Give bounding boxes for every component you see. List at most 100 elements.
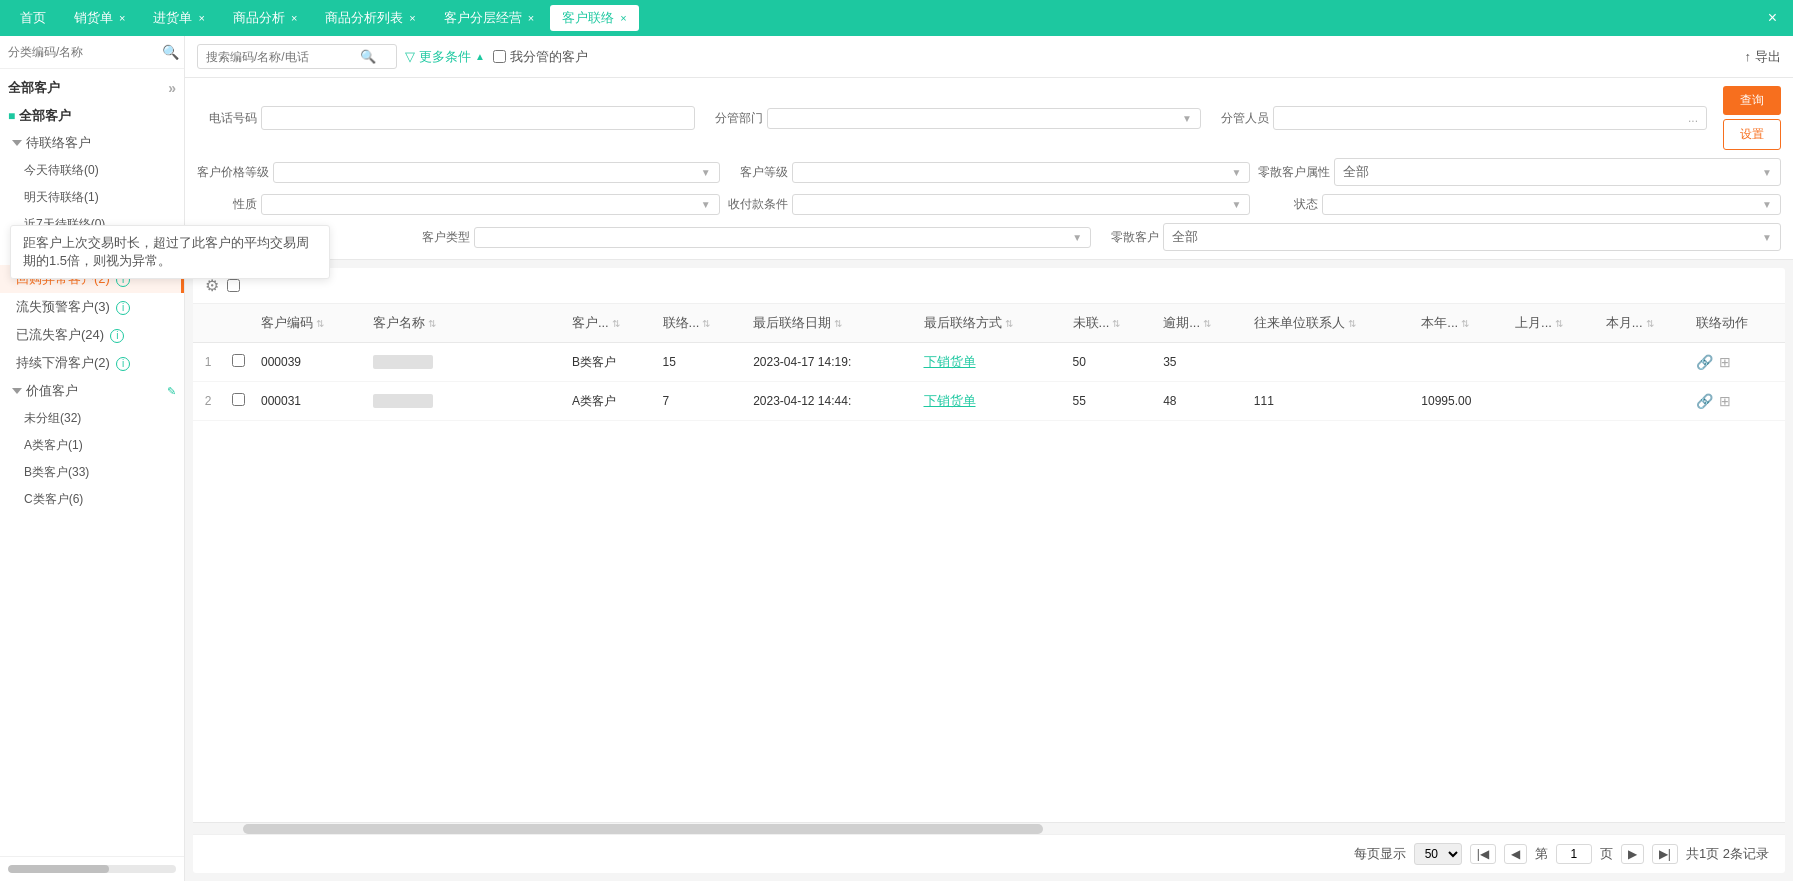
- col-overdue-label: 逾期...: [1163, 314, 1200, 332]
- nav-analysis[interactable]: 商品分析 ×: [221, 5, 309, 31]
- customer-type-caret: ▼: [1072, 232, 1082, 243]
- ungrouped[interactable]: 未分组(32): [0, 405, 184, 432]
- col-last-date-sort[interactable]: ⇅: [834, 318, 842, 329]
- class-b[interactable]: B类客户(33): [0, 459, 184, 486]
- first-page-btn[interactable]: |◀: [1470, 844, 1496, 864]
- row-1-num: 1: [193, 343, 223, 382]
- churned-info-icon[interactable]: i: [110, 329, 124, 343]
- row-2-method-link[interactable]: 下销货单: [924, 393, 976, 408]
- query-button[interactable]: 查询: [1723, 86, 1781, 115]
- col-this-month-sort[interactable]: ⇅: [1646, 318, 1654, 329]
- col-no-contact-sort[interactable]: ⇅: [1112, 318, 1120, 329]
- pending-contact-section[interactable]: 待联络客户: [0, 129, 184, 157]
- tomorrow-pending[interactable]: 明天待联络(1): [0, 184, 184, 211]
- sidebar-search-icon[interactable]: 🔍: [162, 44, 179, 60]
- col-this-month-label: 本月...: [1606, 314, 1643, 332]
- declining-customers[interactable]: 持续下滑客户(2) i: [0, 349, 184, 377]
- nav-purchase-close[interactable]: ×: [198, 12, 204, 24]
- status-select[interactable]: ▼: [1322, 194, 1781, 215]
- nav-sales-label: 销货单: [74, 9, 113, 27]
- nav-home[interactable]: 首页: [8, 5, 58, 31]
- nav-purchase[interactable]: 进货单 ×: [141, 5, 216, 31]
- nav-analysis-close[interactable]: ×: [291, 12, 297, 24]
- chevron-up-icon: ▲: [475, 51, 485, 62]
- row-2-check[interactable]: [232, 393, 245, 406]
- col-num: [193, 304, 223, 343]
- nav-customer-contact-close[interactable]: ×: [620, 12, 626, 24]
- all-customers-header: 全部客户 »: [0, 73, 184, 103]
- price-level-select[interactable]: ▼: [273, 162, 720, 183]
- row-1-check[interactable]: [232, 354, 245, 367]
- retail-label-select[interactable]: 全部 ▼: [1163, 223, 1781, 251]
- nav-analysis-list[interactable]: 商品分析列表 ×: [313, 5, 427, 31]
- value-customers-edit[interactable]: ✎: [167, 385, 176, 398]
- nav-customer-seg[interactable]: 客户分层经营 ×: [432, 5, 546, 31]
- prev-page-btn[interactable]: ◀: [1504, 844, 1527, 864]
- phone-input[interactable]: [261, 106, 695, 130]
- col-overdue-sort[interactable]: ⇅: [1203, 318, 1211, 329]
- value-customers-section[interactable]: 价值客户 ✎: [0, 377, 184, 405]
- class-a[interactable]: A类客户(1): [0, 432, 184, 459]
- col-contact: 联络...⇅: [655, 304, 746, 343]
- nav-customer-contact[interactable]: 客户联络 ×: [550, 5, 638, 31]
- filter-bar: 🔍 ▽ 更多条件 ▲ 我分管的客户 ↑ 导出: [185, 36, 1793, 78]
- select-all-checkbox[interactable]: [227, 279, 240, 292]
- class-c[interactable]: C类客户(6): [0, 486, 184, 513]
- row-2-this-year: 10995.00: [1413, 382, 1507, 421]
- col-category-sort[interactable]: ⇅: [612, 318, 620, 329]
- sidebar-search-input[interactable]: [8, 45, 158, 59]
- col-contact-sort[interactable]: ⇅: [702, 318, 710, 329]
- scroll-thumb[interactable]: [243, 824, 1043, 834]
- page-input[interactable]: [1556, 844, 1592, 864]
- gender-select[interactable]: ▼: [261, 194, 720, 215]
- settings-button[interactable]: 设置: [1723, 119, 1781, 150]
- manager-select[interactable]: ...: [1273, 106, 1707, 130]
- search-input[interactable]: [206, 50, 356, 64]
- col-this-year-label: 本年...: [1421, 314, 1458, 332]
- sidebar-collapse-icon[interactable]: »: [168, 80, 176, 96]
- col-last-date: 最后联络日期⇅: [745, 304, 915, 343]
- dept-select[interactable]: ▼: [767, 108, 1201, 129]
- per-page-select[interactable]: 50: [1414, 843, 1462, 865]
- today-pending[interactable]: 今天待联络(0): [0, 157, 184, 184]
- table-scroll[interactable]: 客户编码⇅ 客户名称⇅ 客户...⇅ 联络...⇅: [193, 304, 1785, 822]
- col-category: 客户...⇅: [564, 304, 655, 343]
- churn-warning[interactable]: 流失预警客户(3) i: [0, 293, 184, 321]
- churn-warning-info-icon[interactable]: i: [116, 301, 130, 315]
- row-1-grid-icon[interactable]: ⊞: [1719, 354, 1731, 370]
- row-2-action: 🔗 ⊞: [1688, 382, 1785, 421]
- nav-sales-close[interactable]: ×: [119, 12, 125, 24]
- row-2-grid-icon[interactable]: ⊞: [1719, 393, 1731, 409]
- customer-table: 客户编码⇅ 客户名称⇅ 客户...⇅ 联络...⇅: [193, 304, 1785, 421]
- filter-customer-type: 客户类型 ▼: [410, 227, 1092, 248]
- nav-sales[interactable]: 销货单 ×: [62, 5, 137, 31]
- col-name-sort[interactable]: ⇅: [428, 318, 436, 329]
- customer-level-select[interactable]: ▼: [792, 162, 1251, 183]
- row-1-link-icon[interactable]: 🔗: [1696, 354, 1713, 370]
- my-customers-checkbox[interactable]: [493, 50, 506, 63]
- search-icon[interactable]: 🔍: [360, 49, 376, 64]
- nav-customer-seg-close[interactable]: ×: [528, 12, 534, 24]
- more-conditions-btn[interactable]: ▽ 更多条件 ▲: [405, 48, 485, 66]
- sidebar-tree: 全部客户 » ■ 全部客户 待联络客户 今天待联络(0) 明天待联络(1) 近7…: [0, 69, 184, 856]
- export-btn[interactable]: ↑ 导出: [1745, 48, 1782, 66]
- col-code-sort[interactable]: ⇅: [316, 318, 324, 329]
- horizontal-scrollbar[interactable]: [193, 822, 1785, 834]
- col-last-month-sort[interactable]: ⇅: [1555, 318, 1563, 329]
- close-all-tabs[interactable]: ×: [1760, 5, 1785, 31]
- row-2-last-month: [1507, 382, 1598, 421]
- next-page-btn[interactable]: ▶: [1621, 844, 1644, 864]
- customer-type-select[interactable]: ▼: [474, 227, 1092, 248]
- row-1-method-link[interactable]: 下销货单: [924, 354, 976, 369]
- last-page-btn[interactable]: ▶|: [1652, 844, 1678, 864]
- declining-info-icon[interactable]: i: [116, 357, 130, 371]
- churned-customers[interactable]: 已流失客户(24) i: [0, 321, 184, 349]
- col-this-year-sort[interactable]: ⇅: [1461, 318, 1469, 329]
- nav-analysis-list-close[interactable]: ×: [409, 12, 415, 24]
- col-last-method-sort[interactable]: ⇅: [1005, 318, 1013, 329]
- row-2-link-icon[interactable]: 🔗: [1696, 393, 1713, 409]
- payment-select[interactable]: ▼: [792, 194, 1251, 215]
- retail-attr-select[interactable]: 全部 ▼: [1334, 158, 1781, 186]
- col-unit-contact-sort[interactable]: ⇅: [1348, 318, 1356, 329]
- gender-label: 性质: [197, 196, 257, 213]
